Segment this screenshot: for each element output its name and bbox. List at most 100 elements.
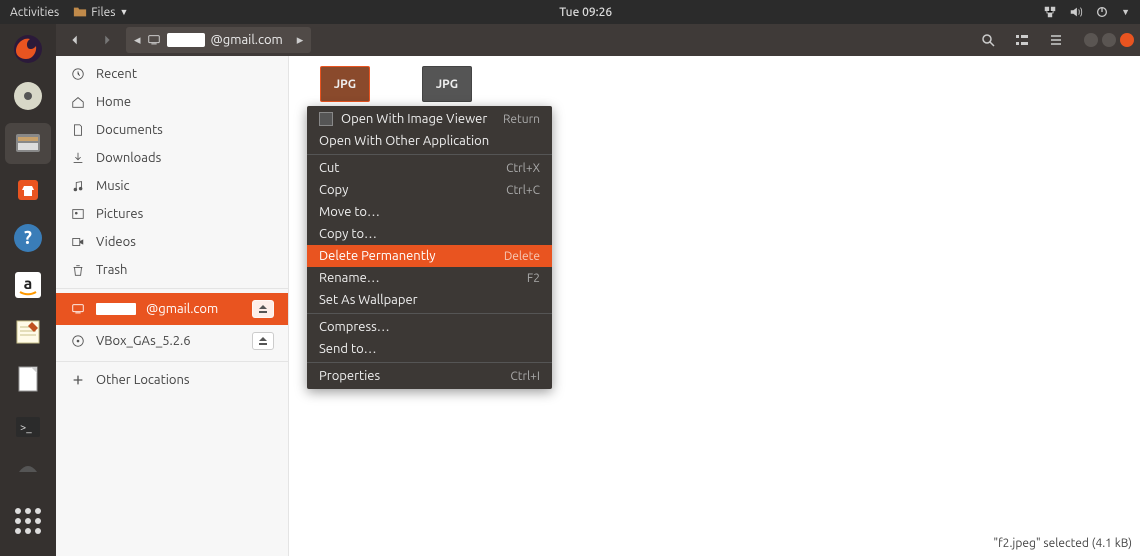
sidebar-item-label: Documents [96, 123, 163, 137]
music-icon [70, 179, 86, 193]
chevron-down-icon: ▼ [1121, 7, 1130, 17]
ctx-open-with-other[interactable]: Open With Other Application [307, 130, 552, 152]
ctx-move-to[interactable]: Move to… [307, 201, 552, 223]
ctx-properties[interactable]: Properties Ctrl+I [307, 365, 552, 387]
status-bar: "f2.jpeg" selected (4.1 kB) [993, 537, 1132, 550]
ctx-set-wallpaper[interactable]: Set As Wallpaper [307, 289, 552, 311]
nav-back-button[interactable] [62, 27, 88, 53]
window-controls [1084, 33, 1134, 47]
launcher-firefox[interactable] [5, 28, 51, 69]
home-icon [70, 95, 86, 109]
ctx-cut[interactable]: Cut Ctrl+X [307, 157, 552, 179]
nav-forward-button[interactable] [94, 27, 120, 53]
trash-icon [70, 263, 86, 277]
launcher-notes[interactable] [5, 312, 51, 353]
sidebar-separator [56, 361, 288, 362]
sidebar-item-music[interactable]: Music [56, 172, 288, 200]
sidebar-item-documents[interactable]: Documents [56, 116, 288, 144]
list-view-icon [1014, 32, 1030, 48]
ctx-open-with-viewer[interactable]: Open With Image Viewer Return [307, 108, 552, 130]
power-icon[interactable] [1095, 5, 1109, 19]
sidebar-item-home[interactable]: Home [56, 88, 288, 116]
sidebar-item-label: Other Locations [96, 373, 190, 387]
sidebar-item-downloads[interactable]: Downloads [56, 144, 288, 172]
folder-icon [73, 5, 87, 19]
sidebar-item-label: VBox_GAs_5.2.6 [96, 334, 191, 348]
path-suffix: @gmail.com [211, 33, 283, 47]
eject-button[interactable] [252, 300, 274, 318]
view-toggle-button[interactable] [1008, 27, 1036, 53]
launcher-unknown[interactable] [5, 453, 51, 494]
svg-text:>_: >_ [20, 422, 32, 434]
activities-button[interactable]: Activities [10, 6, 59, 19]
picture-icon [70, 207, 86, 221]
launcher-amazon[interactable]: a [5, 264, 51, 305]
launcher-files[interactable] [5, 123, 51, 164]
network-icon[interactable] [1043, 5, 1057, 19]
ctx-copy-to[interactable]: Copy to… [307, 223, 552, 245]
launcher-libreoffice[interactable] [5, 359, 51, 400]
sidebar-item-disc[interactable]: VBox_GAs_5.2.6 [56, 325, 288, 357]
sidebar-item-mount-gmail[interactable]: @gmail.com [56, 293, 288, 325]
sidebar-item-label: Pictures [96, 207, 143, 221]
files-app-menu[interactable]: Files ▼ [73, 5, 128, 19]
jpg-thumb: JPG [320, 66, 370, 102]
launcher-help[interactable]: ? [5, 217, 51, 258]
clock[interactable]: Tue 09:26 [128, 6, 1043, 19]
window-close[interactable] [1120, 33, 1134, 47]
ctx-separator [307, 362, 552, 363]
ctx-copy[interactable]: Copy Ctrl+C [307, 179, 552, 201]
image-viewer-icon [319, 112, 333, 126]
doc-icon [70, 123, 86, 137]
sidebar: Recent Home Documents Downloads Music Pi… [56, 56, 289, 556]
masked-account-prefix [167, 33, 205, 47]
sidebar-item-label: Music [96, 179, 130, 193]
disc-icon [70, 334, 86, 348]
eject-button[interactable] [252, 332, 274, 350]
search-button[interactable] [974, 27, 1002, 53]
context-menu: Open With Image Viewer Return Open With … [307, 106, 552, 389]
path-bar[interactable]: ◂ @gmail.com ▸ [126, 27, 311, 53]
sidebar-separator [56, 288, 288, 289]
sidebar-item-other-locations[interactable]: Other Locations [56, 366, 288, 394]
masked-account-prefix [96, 303, 136, 315]
chevron-left-icon: ◂ [134, 33, 141, 48]
svg-text:a: a [24, 275, 33, 293]
launcher-terminal[interactable]: >_ [5, 406, 51, 447]
sidebar-item-label: Videos [96, 235, 136, 249]
launcher-rhythmbox[interactable] [5, 75, 51, 116]
sidebar-item-label: Trash [96, 263, 127, 277]
file-view[interactable]: JPG f2.jpeg JPG f3.jpeg Open With Image … [289, 56, 1140, 556]
device-icon [147, 33, 161, 47]
launcher-software[interactable] [5, 170, 51, 211]
ctx-compress[interactable]: Compress… [307, 316, 552, 338]
plus-icon [70, 373, 86, 387]
ctx-separator [307, 154, 552, 155]
clock-icon [70, 67, 86, 81]
sidebar-item-label: Downloads [96, 151, 161, 165]
ctx-rename[interactable]: Rename… F2 [307, 267, 552, 289]
window-maximize[interactable] [1102, 33, 1116, 47]
sidebar-item-label: Recent [96, 67, 137, 81]
window-minimize[interactable] [1084, 33, 1098, 47]
device-icon [70, 302, 86, 316]
chevron-right-icon: ▸ [297, 33, 304, 48]
sidebar-item-videos[interactable]: Videos [56, 228, 288, 256]
sidebar-item-trash[interactable]: Trash [56, 256, 288, 284]
jpg-thumb: JPG [422, 66, 472, 102]
volume-icon[interactable] [1069, 5, 1083, 19]
window-toolbar: ◂ @gmail.com ▸ [56, 24, 1140, 56]
sidebar-item-recent[interactable]: Recent [56, 60, 288, 88]
top-panel: Activities Files ▼ Tue 09:26 ▼ [0, 0, 1140, 24]
ctx-send-to[interactable]: Send to… [307, 338, 552, 360]
hamburger-menu-button[interactable] [1042, 27, 1070, 53]
launcher-apps-grid[interactable] [5, 501, 51, 542]
main-area: Recent Home Documents Downloads Music Pi… [56, 56, 1140, 556]
launcher-dock: ? a >_ [0, 24, 56, 556]
sidebar-item-label: Home [96, 95, 131, 109]
sidebar-item-pictures[interactable]: Pictures [56, 200, 288, 228]
ctx-delete-permanently[interactable]: Delete Permanently Delete [307, 245, 552, 267]
system-tray[interactable]: ▼ [1043, 5, 1130, 19]
video-icon [70, 235, 86, 249]
ctx-separator [307, 313, 552, 314]
